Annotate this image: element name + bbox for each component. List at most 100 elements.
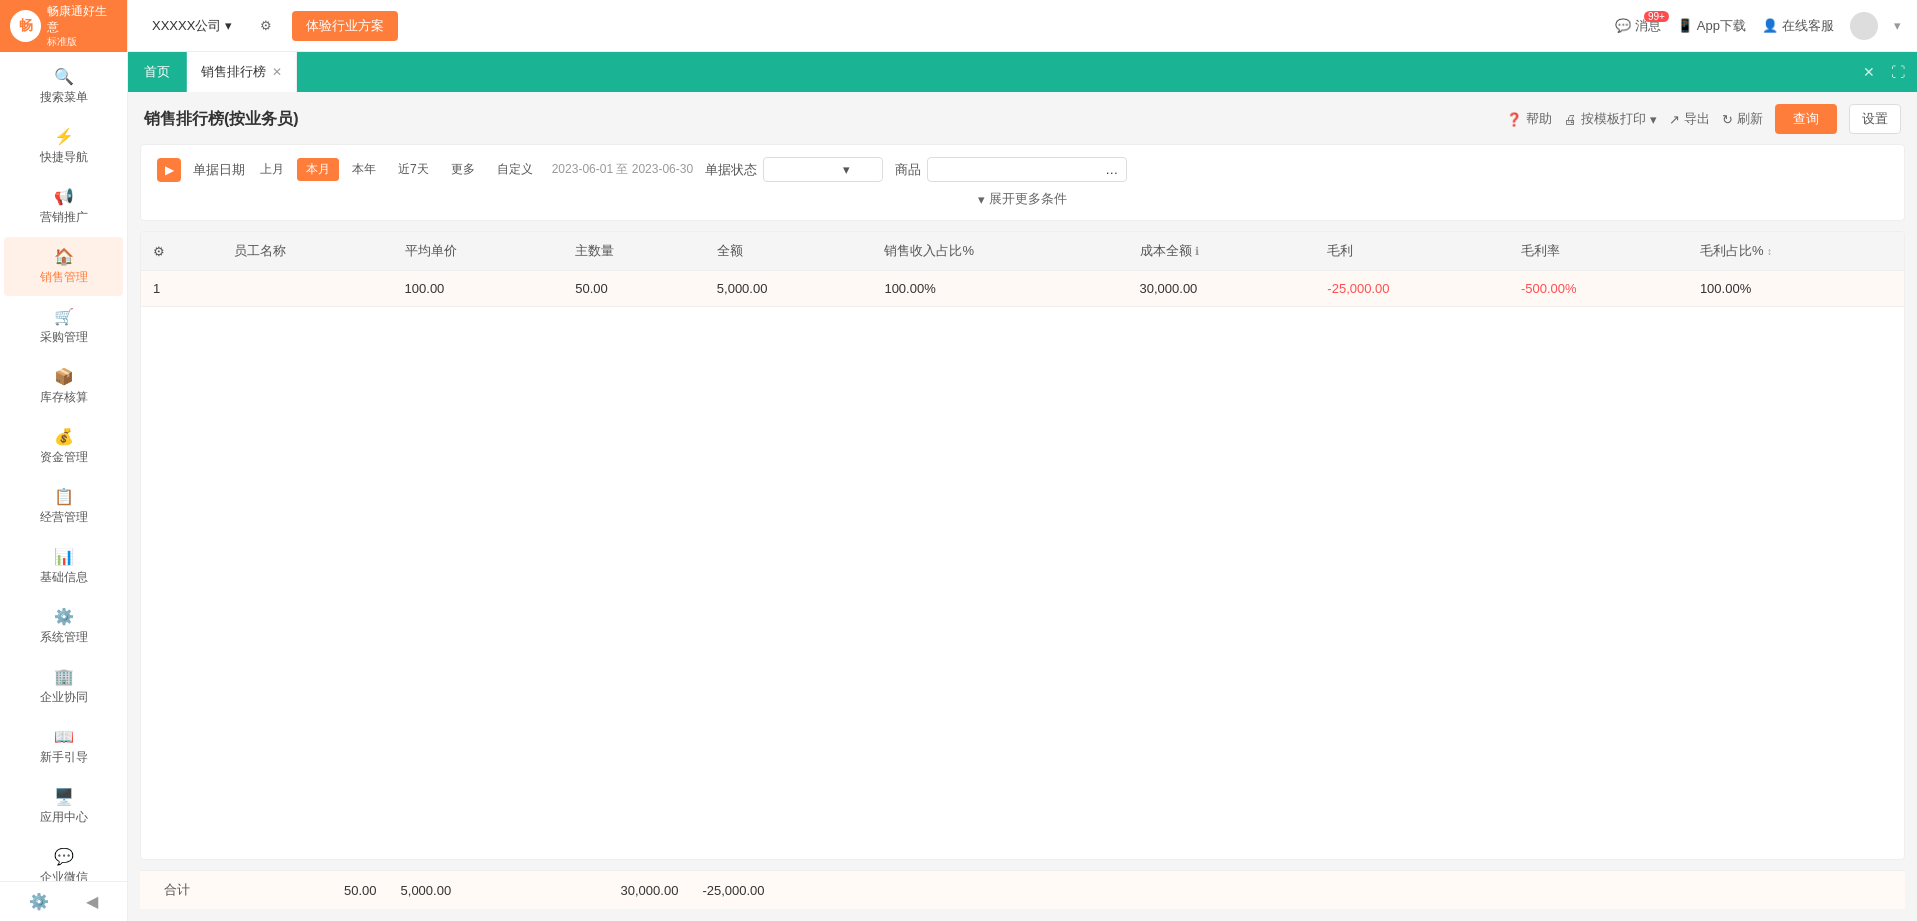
cost-info-icon[interactable]: ℹ [1195, 245, 1199, 257]
user-avatar[interactable] [1850, 12, 1878, 40]
online-service-button[interactable]: 👤 在线客服 [1762, 17, 1834, 35]
pill-this-year[interactable]: 本年 [343, 158, 385, 181]
sidebar-nav: 🔍搜索菜单⚡快捷导航📢营销推广🏠销售管理🛒采购管理📦库存核算💰资金管理📋经营管理… [0, 52, 127, 881]
export-button[interactable]: ↗ 导出 [1669, 110, 1710, 128]
sidebar-item-basics[interactable]: 📊基础信息 [4, 537, 123, 596]
pill-last-month[interactable]: 上月 [251, 158, 293, 181]
status-select[interactable]: ▾ [763, 157, 883, 182]
cell-gross-pct: 100.00% [1688, 271, 1904, 307]
data-table: ⚙ 员工名称 平均单价 主数量 全额 销售收入占比% 成本全额 ℹ 毛利 毛利率… [141, 232, 1904, 307]
settings-button[interactable]: 设置 [1849, 104, 1901, 134]
cell-name [222, 271, 393, 307]
sidebar-item-finance[interactable]: 💰资金管理 [4, 417, 123, 476]
page-actions: ❓ 帮助 🖨 按模板打印 ▾ ↗ 导出 ↻ 刷新 查询 设置 [1506, 104, 1901, 134]
topbar-gear-button[interactable]: ⚙ [252, 12, 280, 40]
tab-close-button[interactable]: ✕ [272, 65, 282, 79]
status-label: 单据状态 [705, 161, 757, 179]
cell-avg-price: 100.00 [393, 271, 564, 307]
status-filter: 单据状态 ▾ [705, 157, 883, 182]
sidebar-bottom: ⚙️ ◀ [0, 881, 127, 921]
expand-conditions-button[interactable]: ▾ 展开更多条件 [157, 190, 1888, 208]
col-gross-rate: 毛利率 [1509, 232, 1688, 271]
col-avg-price: 平均单价 [393, 232, 564, 271]
cell-rank: 1 [141, 271, 222, 307]
refresh-button[interactable]: ↻ 刷新 [1722, 110, 1763, 128]
export-icon: ↗ [1669, 112, 1680, 127]
date-pills: 上月 本月 本年 近7天 更多 自定义 [251, 158, 542, 181]
main-area: XXXXX公司 ▾ ⚙ 体验行业方案 💬 消息 99+ 📱 App下载 👤 在线… [128, 0, 1917, 921]
collapse-icon[interactable]: ◀ [86, 892, 98, 911]
message-badge: 99+ [1644, 11, 1669, 22]
col-rank: ⚙ [141, 232, 222, 271]
topbar: XXXXX公司 ▾ ⚙ 体验行业方案 💬 消息 99+ 📱 App下载 👤 在线… [128, 0, 1917, 52]
purchase-icon: 🛒 [54, 307, 74, 326]
pill-more[interactable]: 更多 [442, 158, 484, 181]
help-button[interactable]: ❓ 帮助 [1506, 110, 1552, 128]
app-label: App下载 [1697, 17, 1746, 35]
expand-down-icon: ▾ [978, 192, 985, 207]
expand-arrow-button[interactable]: ▶ [157, 158, 181, 182]
sidebar-item-quick[interactable]: ⚡快捷导航 [4, 117, 123, 176]
status-dropdown-icon: ▾ [843, 162, 874, 177]
product-label: 商品 [895, 161, 921, 179]
table-footer: 合计 50.00 5,000.00 30,000.00 -25,000.00 [140, 870, 1905, 909]
basics-icon: 📊 [54, 547, 74, 566]
message-icon: 💬 [1615, 18, 1631, 33]
settings-icon[interactable]: ⚙️ [29, 892, 49, 911]
tab-sales-ranking[interactable]: 销售排行榜 ✕ [187, 52, 297, 92]
product-select[interactable]: … [927, 157, 1127, 182]
message-button[interactable]: 💬 消息 99+ [1615, 17, 1661, 35]
col-qty: 主数量 [563, 232, 705, 271]
pill-7days[interactable]: 近7天 [389, 158, 438, 181]
sidebar-item-marketing[interactable]: 📢营销推广 [4, 177, 123, 236]
sidebar-item-wechat[interactable]: 💬企业微信 [4, 837, 123, 881]
marketing-icon: 📢 [54, 187, 74, 206]
pill-custom[interactable]: 自定义 [488, 158, 542, 181]
col-sales-pct: 销售收入占比% [872, 232, 1127, 271]
app-icon: 📱 [1677, 18, 1693, 33]
company-name: XXXXX公司 [152, 17, 221, 35]
sidebar-item-apps[interactable]: 🖥️应用中心 [4, 777, 123, 836]
footer-cost: 30,000.00 [609, 883, 691, 898]
footer-label: 合计 [152, 881, 232, 899]
tab-close-all-icon[interactable]: ✕ [1859, 62, 1879, 82]
footer-gross: -25,000.00 [690, 883, 776, 898]
sidebar-item-search[interactable]: 🔍搜索菜单 [4, 57, 123, 116]
tab-maximize-icon[interactable]: ⛶ [1887, 62, 1909, 82]
print-dropdown-icon: ▾ [1650, 112, 1657, 127]
apps-icon: 🖥️ [54, 787, 74, 806]
page-title: 销售排行榜(按业务员) [144, 109, 299, 130]
filter-panel: ▶ 单据日期 上月 本月 本年 近7天 更多 自定义 2023-06-01 至 … [140, 144, 1905, 221]
gross-pct-sort-icon[interactable]: ↕ [1767, 246, 1772, 257]
cell-amount: 5,000.00 [705, 271, 873, 307]
sidebar-item-operations[interactable]: 📋经营管理 [4, 477, 123, 536]
page-header: 销售排行榜(按业务员) ❓ 帮助 🖨 按模板打印 ▾ ↗ 导出 ↻ 刷新 [140, 104, 1905, 134]
footer-amount: 5,000.00 [389, 883, 509, 898]
sidebar-item-inventory[interactable]: 📦库存核算 [4, 357, 123, 416]
cell-sales-pct: 100.00% [872, 271, 1127, 307]
company-selector[interactable]: XXXXX公司 ▾ [144, 13, 240, 39]
operations-icon: 📋 [54, 487, 74, 506]
content-area: 销售排行榜(按业务员) ❓ 帮助 🖨 按模板打印 ▾ ↗ 导出 ↻ 刷新 [128, 92, 1917, 921]
date-filter: 单据日期 上月 本月 本年 近7天 更多 自定义 2023-06-01 至 20… [193, 158, 693, 181]
cell-gross-rate: -500.00% [1509, 271, 1688, 307]
sidebar-item-guide[interactable]: 📖新手引导 [4, 717, 123, 776]
filter-row-top: ▶ 单据日期 上月 本月 本年 近7天 更多 自定义 2023-06-01 至 … [157, 157, 1888, 182]
sidebar-item-purchase[interactable]: 🛒采购管理 [4, 297, 123, 356]
logo: 畅 畅康通好生意 标准版 [0, 0, 127, 52]
app-download-button[interactable]: 📱 App下载 [1677, 17, 1746, 35]
pill-this-month[interactable]: 本月 [297, 158, 339, 181]
sidebar-item-enterprise[interactable]: 🏢企业协同 [4, 657, 123, 716]
sidebar-item-sales[interactable]: 🏠销售管理 [4, 237, 123, 296]
trial-button[interactable]: 体验行业方案 [292, 11, 398, 41]
topbar-right: 💬 消息 99+ 📱 App下载 👤 在线客服 ▾ [1615, 12, 1901, 40]
date-label: 单据日期 [193, 161, 245, 179]
help-icon: ❓ [1506, 112, 1522, 127]
tab-home[interactable]: 首页 [128, 52, 187, 92]
query-button[interactable]: 查询 [1775, 104, 1837, 134]
system-icon: ⚙️ [54, 607, 74, 626]
sidebar-item-system[interactable]: ⚙️系统管理 [4, 597, 123, 656]
col-gross: 毛利 [1315, 232, 1509, 271]
cell-cost: 30,000.00 [1128, 271, 1316, 307]
print-button[interactable]: 🖨 按模板打印 ▾ [1564, 110, 1657, 128]
